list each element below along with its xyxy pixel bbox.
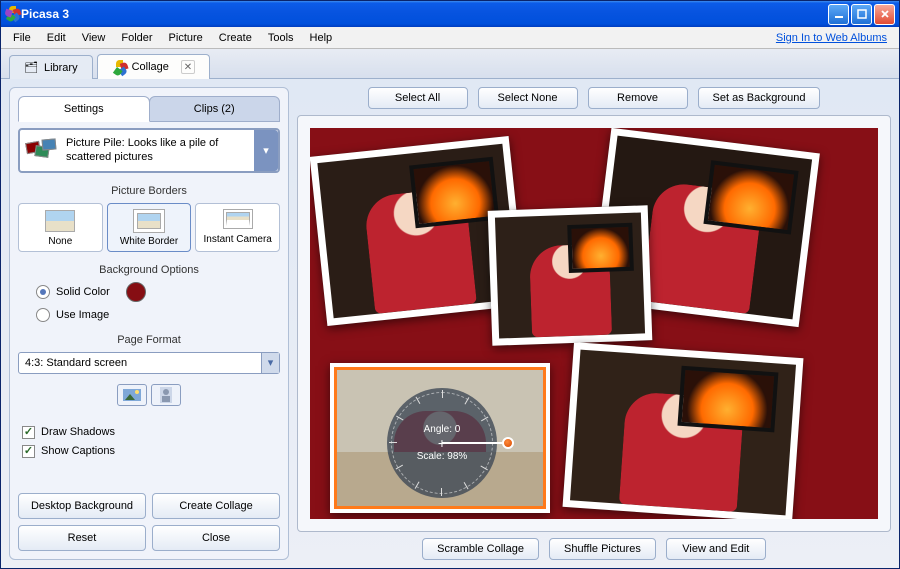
page-format-dropdown[interactable]: 4:3: Standard screen ▾: [18, 352, 280, 374]
panel-tab-clips[interactable]: Clips (2): [149, 96, 281, 122]
border-label-instant: Instant Camera: [203, 234, 271, 245]
bg-image-label: Use Image: [56, 309, 109, 321]
collage-icon: [112, 60, 126, 74]
chevron-down-icon[interactable]: ▾: [261, 353, 279, 373]
view-edit-button[interactable]: View and Edit: [666, 538, 766, 560]
panel-tabs: Settings Clips (2): [18, 96, 280, 122]
menu-view[interactable]: View: [74, 29, 114, 47]
set-background-button[interactable]: Set as Background: [698, 87, 821, 109]
minimize-button[interactable]: [828, 4, 849, 25]
checkbox-draw-shadows[interactable]: [22, 426, 35, 439]
collage-canvas[interactable]: Angle: 0 + Scale: 98%: [310, 128, 878, 519]
border-thumb-none: [45, 210, 75, 232]
view-tabbar: 🗂 Library Collage ✕: [1, 49, 899, 79]
settings-panel: Settings Clips (2) Picture Pile: Looks l…: [9, 87, 289, 560]
border-label-none: None: [48, 236, 72, 247]
page-format-value: 4:3: Standard screen: [19, 357, 261, 369]
bg-image-row[interactable]: Use Image: [36, 308, 280, 322]
select-none-button[interactable]: Select None: [478, 87, 578, 109]
border-opt-white[interactable]: White Border: [107, 203, 192, 252]
show-captions-label: Show Captions: [41, 445, 115, 457]
bg-color-swatch[interactable]: [126, 282, 146, 302]
radio-image[interactable]: [36, 308, 50, 322]
window-title: Picasa 3: [21, 7, 828, 21]
tab-library-label: Library: [44, 62, 78, 74]
angle-readout: Angle: 0: [424, 424, 461, 435]
menu-create[interactable]: Create: [211, 29, 260, 47]
collage-photo[interactable]: [563, 342, 804, 519]
style-dropdown-icon[interactable]: ▾: [254, 130, 278, 171]
tab-library[interactable]: 🗂 Library: [9, 55, 93, 79]
draw-shadows-label: Draw Shadows: [41, 426, 115, 438]
portrait-icon: [160, 387, 172, 403]
tab-collage-label: Collage: [132, 61, 169, 73]
desktop-background-button[interactable]: Desktop Background: [18, 493, 146, 519]
menu-folder[interactable]: Folder: [113, 29, 160, 47]
scale-slider[interactable]: [442, 442, 512, 444]
create-collage-button[interactable]: Create Collage: [152, 493, 280, 519]
menu-file[interactable]: File: [5, 29, 39, 47]
menu-help[interactable]: Help: [302, 29, 341, 47]
collage-area: Select All Select None Remove Set as Bac…: [297, 87, 891, 560]
radio-solid[interactable]: [36, 285, 50, 299]
panel-tab-settings[interactable]: Settings: [18, 96, 150, 122]
checkbox-show-captions[interactable]: [22, 445, 35, 458]
bg-solid-row[interactable]: Solid Color: [36, 282, 280, 302]
content-area: Settings Clips (2) Picture Pile: Looks l…: [1, 79, 899, 568]
scale-readout: Scale: 98%: [417, 451, 468, 462]
collage-photo-selected[interactable]: Angle: 0 + Scale: 98%: [330, 363, 550, 513]
border-thumb-instant: [226, 212, 250, 226]
style-description: Picture Pile: Looks like a pile of scatt…: [66, 136, 246, 165]
canvas-holder: Angle: 0 + Scale: 98%: [297, 115, 891, 532]
bg-solid-label: Solid Color: [56, 286, 110, 298]
bottom-toolbar: Scramble Collage Shuffle Pictures View a…: [297, 538, 891, 560]
menu-edit[interactable]: Edit: [39, 29, 74, 47]
scramble-button[interactable]: Scramble Collage: [422, 538, 539, 560]
border-label-white: White Border: [120, 236, 178, 247]
collage-style-selector[interactable]: Picture Pile: Looks like a pile of scatt…: [18, 128, 280, 173]
close-button[interactable]: [874, 4, 895, 25]
menu-tools[interactable]: Tools: [260, 29, 302, 47]
titlebar: Picasa 3: [1, 1, 899, 27]
landscape-icon: [123, 389, 141, 401]
tab-close-icon[interactable]: ✕: [181, 60, 195, 74]
orientation-landscape-button[interactable]: [117, 384, 147, 406]
format-header: Page Format: [18, 334, 280, 346]
tab-collage[interactable]: Collage ✕: [97, 54, 210, 79]
maximize-button[interactable]: [851, 4, 872, 25]
collage-photo[interactable]: [488, 205, 653, 346]
app-window: Picasa 3 File Edit View Folder Picture C…: [0, 0, 900, 569]
border-options: None White Border Instant Camera: [18, 203, 280, 252]
border-opt-none[interactable]: None: [18, 203, 103, 252]
border-opt-instant[interactable]: Instant Camera: [195, 203, 280, 252]
library-icon: 🗂: [24, 61, 38, 74]
bg-options: Solid Color Use Image: [18, 282, 280, 322]
signin-link[interactable]: Sign In to Web Albums: [776, 32, 895, 44]
draw-shadows-row[interactable]: Draw Shadows: [18, 426, 280, 439]
border-thumb-white: [137, 213, 161, 229]
bg-header: Background Options: [18, 264, 280, 276]
slider-knob[interactable]: [502, 437, 514, 449]
rotate-scale-widget[interactable]: Angle: 0 + Scale: 98%: [387, 388, 497, 498]
menubar: File Edit View Folder Picture Create Too…: [1, 27, 899, 49]
borders-header: Picture Borders: [18, 185, 280, 197]
remove-button[interactable]: Remove: [588, 87, 688, 109]
app-icon: [5, 6, 21, 22]
show-captions-row[interactable]: Show Captions: [18, 445, 280, 458]
menu-picture[interactable]: Picture: [161, 29, 211, 47]
orientation-portrait-button[interactable]: [151, 384, 181, 406]
top-toolbar: Select All Select None Remove Set as Bac…: [297, 87, 891, 109]
shuffle-button[interactable]: Shuffle Pictures: [549, 538, 656, 560]
reset-button[interactable]: Reset: [18, 525, 146, 551]
select-all-button[interactable]: Select All: [368, 87, 468, 109]
style-preview-icon: [26, 136, 58, 164]
close-panel-button[interactable]: Close: [152, 525, 280, 551]
